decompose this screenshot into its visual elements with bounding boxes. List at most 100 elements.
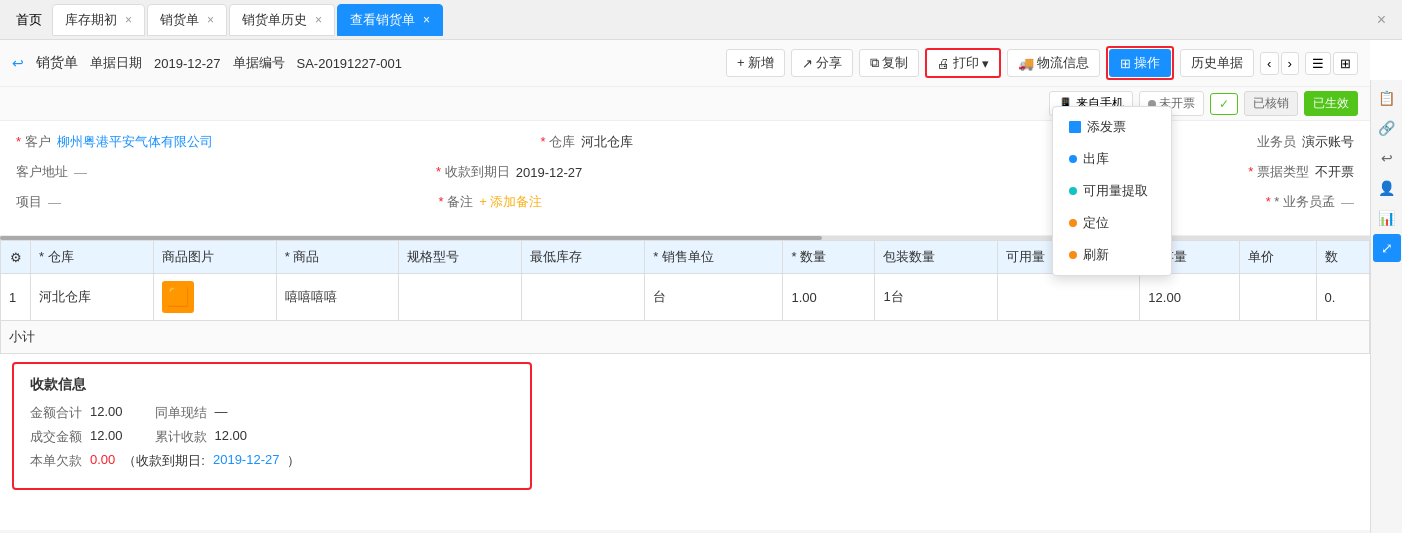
project-field: 项目 — [16, 193, 61, 211]
col-other: 数 [1316, 241, 1369, 274]
check-green-button[interactable]: ✓ [1210, 93, 1238, 115]
cumulative-value: 12.00 [215, 428, 248, 446]
view-toggle: ☰ ⊞ [1305, 52, 1358, 75]
list-view-button[interactable]: ☰ [1305, 52, 1331, 75]
staff-sale-value: — [1341, 195, 1354, 210]
col-min-stock: 最低库存 [522, 241, 645, 274]
logistics-button[interactable]: 🚚 物流信息 [1007, 49, 1100, 77]
nav-arrows: ‹ › [1260, 52, 1299, 75]
invoice-label: 票据类型 [1248, 163, 1309, 181]
pay-date-value: 2019-12-27 [516, 165, 583, 180]
sidebar-link-icon[interactable]: 🔗 [1373, 114, 1401, 142]
effect-button[interactable]: 已生效 [1304, 91, 1358, 116]
sold-button[interactable]: 已核销 [1244, 91, 1298, 116]
product-image: 🟧 [162, 281, 194, 313]
out-warehouse-dot [1069, 155, 1077, 163]
sidebar-clipboard-icon[interactable]: 📋 [1373, 84, 1401, 112]
menu-available-extract[interactable]: 可用量提取 [1053, 175, 1171, 207]
doc-num-value: SA-20191227-001 [297, 56, 403, 71]
row-warehouse: 河北仓库 [31, 274, 154, 321]
col-product: * 商品 [276, 241, 399, 274]
available-extract-dot [1069, 187, 1077, 195]
cumulative-label: 累计收款 [155, 428, 207, 446]
copy-button[interactable]: ⧉ 复制 [859, 49, 919, 77]
col-image: 商品图片 [153, 241, 276, 274]
doc-num-label: 单据编号 [233, 54, 285, 72]
print-button[interactable]: 🖨 打印 ▾ [925, 48, 1001, 78]
row-price [1240, 274, 1317, 321]
share-button[interactable]: ↗ 分享 [791, 49, 853, 77]
next-button[interactable]: › [1281, 52, 1299, 75]
row-other: 0. [1316, 274, 1369, 321]
window-close-button[interactable]: × [1369, 11, 1394, 29]
tab-sales-history-close[interactable]: × [315, 13, 322, 27]
tab-sales-close[interactable]: × [207, 13, 214, 27]
row-unit: 台 [645, 274, 783, 321]
cumulative-item: 累计收款 12.00 [155, 428, 248, 446]
tab-sales-history[interactable]: 销货单历史 × [229, 4, 335, 36]
payment-row-2: 成交金额 12.00 累计收款 12.00 [30, 428, 514, 446]
add-remark-button[interactable]: + 添加备注 [479, 193, 542, 211]
sidebar-user-icon[interactable]: 👤 [1373, 174, 1401, 202]
customer-field: 客户 柳州粤港平安气体有限公司 [16, 133, 213, 151]
tab-sales[interactable]: 销货单 × [147, 4, 227, 36]
doc-icon: ↩ [12, 55, 24, 71]
tab-inventory-close[interactable]: × [125, 13, 132, 27]
table-row: 1 河北仓库 🟧 嘻嘻嘻嘻 台 1.00 1台 12.00 [1, 274, 1370, 321]
total-value: 12.00 [90, 404, 123, 422]
trade-value: 12.00 [90, 428, 123, 446]
col-spec: 规格型号 [399, 241, 522, 274]
row-pack-qty: 1台 [875, 274, 998, 321]
tab-inventory[interactable]: 库存期初 × [52, 4, 145, 36]
grid-view-button[interactable]: ⊞ [1333, 52, 1358, 75]
project-value: — [48, 195, 61, 210]
sidebar-expand-icon[interactable]: ⤢ [1373, 234, 1401, 262]
toolbar-right: + 新增 ↗ 分享 ⧉ 复制 🖨 打印 ▾ 🚚 物流信息 [726, 46, 1358, 80]
address-value: — [74, 165, 87, 180]
menu-locate[interactable]: 定位 [1053, 207, 1171, 239]
row-image: 🟧 [153, 274, 276, 321]
staff-sale-label: * 业务员孟 [1266, 193, 1335, 211]
sidebar-return-icon[interactable]: ↩ [1373, 144, 1401, 172]
same-order-value: — [215, 404, 228, 422]
operation-button[interactable]: ⊞ 操作 [1109, 49, 1171, 77]
payment-info-box: 收款信息 金额合计 12.00 同单现结 — 成交金额 12.00 累计收款 [12, 362, 532, 490]
truck-icon: 🚚 [1018, 56, 1034, 71]
menu-refresh[interactable]: 刷新 [1053, 239, 1171, 271]
row-product: 嘻嘻嘻嘻 [276, 274, 399, 321]
col-pack-qty: 包装数量 [875, 241, 998, 274]
col-unit: * 销售单位 [645, 241, 783, 274]
tab-home[interactable]: 首页 [8, 11, 50, 29]
tab-view-sales-close[interactable]: × [423, 13, 430, 27]
total-label: 金额合计 [30, 404, 82, 422]
remark-label: 备注 [439, 193, 474, 211]
payment-info-title: 收款信息 [30, 376, 514, 394]
add-button[interactable]: + 新增 [726, 49, 785, 77]
table-subtotal-row: 小计 [1, 321, 1370, 354]
check-green-icon: ✓ [1219, 97, 1229, 111]
print-dropdown-arrow[interactable]: ▾ [982, 56, 989, 71]
print-icon: 🖨 [937, 56, 950, 71]
col-warehouse: * 仓库 [31, 241, 154, 274]
remark-field: 备注 + 添加备注 [439, 193, 543, 211]
prev-button[interactable]: ‹ [1260, 52, 1278, 75]
row-no: 1 [1, 274, 31, 321]
refresh-dot [1069, 251, 1077, 259]
history-button[interactable]: 历史单据 [1180, 49, 1254, 77]
customer-label: 客户 [16, 133, 51, 151]
menu-add-invoice[interactable]: 添发票 [1053, 111, 1171, 143]
due-value: 0.00 [90, 452, 115, 470]
address-label: 客户地址 [16, 163, 68, 181]
sidebar-chart-icon[interactable]: 📊 [1373, 204, 1401, 232]
due-item: 本单欠款 0.00 （收款到期日: 2019-12-27 ） [30, 452, 300, 470]
menu-out-warehouse[interactable]: 出库 [1053, 143, 1171, 175]
customer-value[interactable]: 柳州粤港平安气体有限公司 [57, 133, 213, 151]
staff-field: 业务员 演示账号 [1257, 133, 1354, 151]
payment-row-1: 金额合计 12.00 同单现结 — [30, 404, 514, 422]
due-note-before: （收款到期日: [123, 452, 205, 470]
trade-label: 成交金额 [30, 428, 82, 446]
doc-date-label: 单据日期 [90, 54, 142, 72]
due-label: 本单欠款 [30, 452, 82, 470]
tab-view-sales[interactable]: 查看销货单 × [337, 4, 443, 36]
total-item: 金额合计 12.00 [30, 404, 123, 422]
